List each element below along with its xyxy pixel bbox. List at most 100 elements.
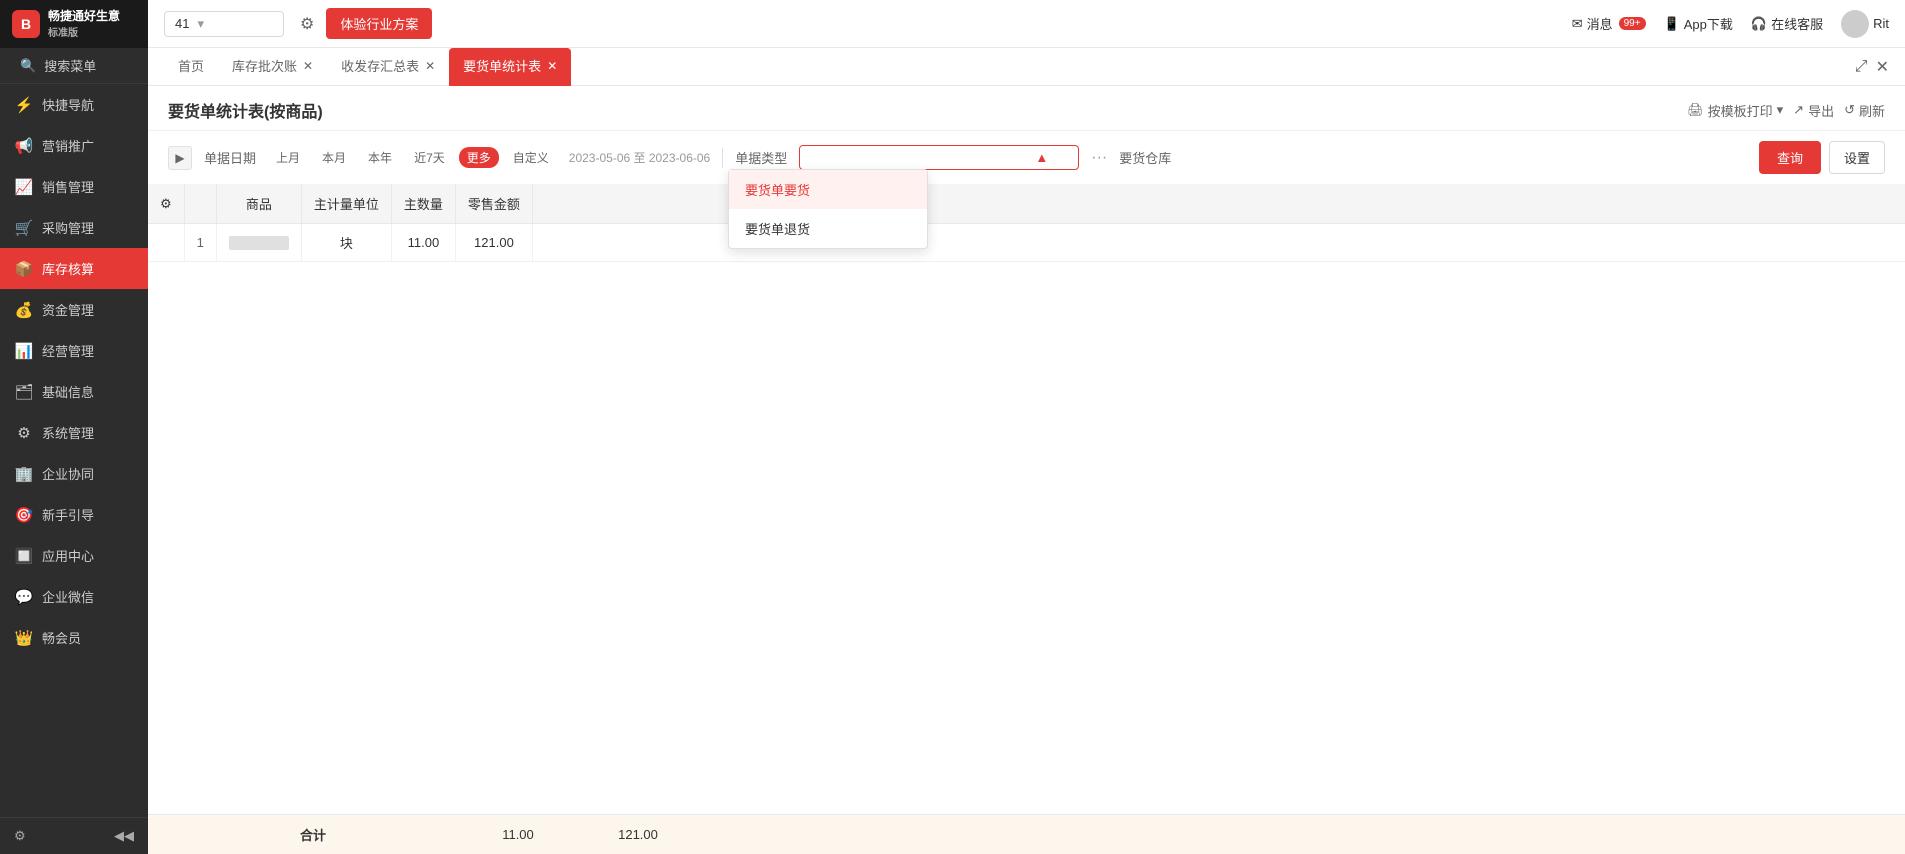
tab-inventory-batch-label: 库存批次账 (232, 56, 297, 75)
sidebar-collapse-button[interactable]: ◀◀ (114, 828, 134, 844)
header-gear-icon[interactable]: ⚙ (300, 14, 314, 34)
sidebar-item-enterprise[interactable]: 🏢 企业协同 (0, 453, 148, 494)
sidebar-item-label: 应用中心 (42, 546, 94, 565)
tab-dispatch-summary[interactable]: 收发存汇总表 ✕ (327, 48, 449, 86)
sidebar-item-label: 企业微信 (42, 587, 94, 606)
tabs-bar: 首页 库存批次账 ✕ 收发存汇总表 ✕ 要货单统计表 ✕ ⤢ ✕ (148, 48, 1905, 86)
dropdown-item-label: 要货单退货 (745, 222, 810, 237)
sidebar-item-appstore[interactable]: 🔲 应用中心 (0, 535, 148, 576)
print-template-action[interactable]: 🖨 按模板打印 ▾ (1687, 101, 1783, 120)
date-custom[interactable]: 自定义 (505, 146, 557, 169)
search-menu[interactable]: 🔍 搜索菜单 (0, 48, 148, 84)
table-wrap: ⚙ 商品 主计量单位 主数量 零售金额 1 (148, 184, 1905, 814)
tab-requisition-stats-close-icon[interactable]: ✕ (547, 59, 557, 73)
query-button[interactable]: 查询 (1759, 141, 1821, 174)
th-settings[interactable]: ⚙ (148, 184, 184, 224)
sidebar-item-wechat[interactable]: 💬 企业微信 (0, 576, 148, 617)
tab-inventory-batch-close-icon[interactable]: ✕ (303, 59, 313, 73)
marketing-icon: 📢 (14, 137, 34, 155)
page-content: 要货单统计表(按商品) 🖨 按模板打印 ▾ ↗ 导出 ↺ 刷新 ▶ (148, 86, 1905, 854)
trial-button[interactable]: 体验行业方案 (326, 8, 432, 39)
date-7days[interactable]: 近7天 (406, 146, 453, 169)
wechat-icon: 💬 (14, 588, 34, 606)
data-table: ⚙ 商品 主计量单位 主数量 零售金额 1 (148, 184, 1905, 262)
filter-expand-button[interactable]: ▶ (168, 146, 192, 170)
app-download-label: App下载 (1684, 14, 1733, 33)
refresh-icon: ↺ (1844, 102, 1855, 118)
messages-icon: ✉ (1572, 16, 1583, 32)
sidebar-item-label: 销售管理 (42, 177, 94, 196)
tab-requisition-stats[interactable]: 要货单统计表 ✕ (449, 48, 571, 86)
user-avatar-item[interactable]: Rit (1841, 10, 1889, 38)
dropdown-item-requisition-order[interactable]: 要货单要货 (729, 170, 927, 209)
date-current-month[interactable]: 本月 (314, 146, 354, 169)
sidebar-item-member[interactable]: 👑 畅会员 (0, 617, 148, 658)
app-name: 畅捷通好生意 (48, 9, 120, 25)
sidebar-item-marketing[interactable]: 📢 营销推广 (0, 125, 148, 166)
filter-bar: ▶ 单据日期 上月 本月 本年 近7天 更多 自定义 2023-05-06 至 … (148, 131, 1905, 184)
td-unit: 块 (301, 224, 391, 262)
sidebar-item-basic[interactable]: 🗂 基础信息 (0, 371, 148, 412)
sidebar-item-system[interactable]: ⚙ 系统管理 (0, 412, 148, 453)
date-label: 单据日期 (204, 148, 256, 167)
app-logo: B 畅捷通好生意 标准版 (0, 0, 148, 48)
store-selector[interactable]: 41 ▾ (164, 11, 284, 37)
sidebar-item-label: 基础信息 (42, 382, 94, 401)
tab-home[interactable]: 首页 (164, 48, 218, 86)
sidebar-item-sales[interactable]: 📈 销售管理 (0, 166, 148, 207)
sidebar-item-label: 库存核算 (42, 259, 94, 278)
search-icon: 🔍 (20, 58, 36, 74)
date-upper-month[interactable]: 上月 (268, 146, 308, 169)
sidebar-item-finance[interactable]: 💰 资金管理 (0, 289, 148, 330)
sidebar: B 畅捷通好生意 标准版 🔍 搜索菜单 ⚡ 快捷导航 📢 营销推广 📈 销售管理… (0, 0, 148, 854)
settings-button[interactable]: 设置 (1829, 141, 1885, 174)
order-type-select[interactable]: ▲ (799, 145, 1079, 170)
sidebar-item-label: 系统管理 (42, 423, 94, 442)
enterprise-icon: 🏢 (14, 465, 34, 483)
sidebar-item-purchase[interactable]: 🛒 采购管理 (0, 207, 148, 248)
sidebar-item-label: 采购管理 (42, 218, 94, 237)
tab-dispatch-summary-close-icon[interactable]: ✕ (425, 59, 435, 73)
messages-item[interactable]: ✉ 消息 99+ (1572, 14, 1646, 33)
refresh-action[interactable]: ↺ 刷新 (1844, 101, 1885, 120)
product-placeholder (229, 236, 289, 250)
header-left: 41 ▾ ⚙ 体验行业方案 (164, 8, 432, 39)
table-footer: 合计 11.00 121.00 (148, 814, 1905, 854)
date-year[interactable]: 本年 (360, 146, 400, 169)
tab-expand-icon[interactable]: ⤢ (1855, 58, 1868, 76)
sidebar-item-label: 经营管理 (42, 341, 94, 360)
settings-bottom-icon[interactable]: ⚙ (14, 828, 26, 844)
filter-more-icon[interactable]: ··· (1091, 149, 1107, 167)
refresh-label: 刷新 (1859, 101, 1885, 120)
order-type-label: 单据类型 (735, 148, 787, 167)
sidebar-item-inventory[interactable]: 📦 库存核算 (0, 248, 148, 289)
export-label: 导出 (1808, 101, 1834, 120)
member-icon: 👑 (14, 629, 34, 647)
app-download-item[interactable]: 📱 App下载 (1664, 14, 1733, 33)
sidebar-item-guide[interactable]: 🎯 新手引导 (0, 494, 148, 535)
purchase-icon: 🛒 (14, 219, 34, 237)
app-tag: 标准版 (48, 24, 120, 39)
sidebar-item-operation[interactable]: 📊 经营管理 (0, 330, 148, 371)
header-right: ✉ 消息 99+ 📱 App下载 🎧 在线客服 Rit (1572, 10, 1889, 38)
sidebar-bottom: ⚙ ◀◀ (0, 817, 148, 854)
th-quantity: 主数量 (391, 184, 455, 224)
filter-separator (722, 148, 723, 168)
dropdown-item-label: 要货单要货 (745, 183, 810, 198)
th-unit: 主计量单位 (301, 184, 391, 224)
online-service-item[interactable]: 🎧 在线客服 (1751, 14, 1823, 33)
date-more[interactable]: 更多 (459, 147, 499, 168)
quick-nav-icon: ⚡ (14, 96, 34, 114)
operation-icon: 📊 (14, 342, 34, 360)
sidebar-item-label: 资金管理 (42, 300, 94, 319)
date-range-display[interactable]: 2023-05-06 至 2023-06-06 (569, 149, 710, 166)
th-product: 商品 (216, 184, 301, 224)
tab-close-all-icon[interactable]: ✕ (1876, 57, 1889, 77)
th-amount: 零售金额 (455, 184, 532, 224)
sidebar-item-quick-nav[interactable]: ⚡ 快捷导航 (0, 84, 148, 125)
dropdown-item-requisition-return[interactable]: 要货单退货 (729, 209, 927, 248)
sidebar-item-label: 营销推广 (42, 136, 94, 155)
appstore-icon: 🔲 (14, 547, 34, 565)
tab-inventory-batch[interactable]: 库存批次账 ✕ (218, 48, 327, 86)
export-action[interactable]: ↗ 导出 (1793, 101, 1834, 120)
